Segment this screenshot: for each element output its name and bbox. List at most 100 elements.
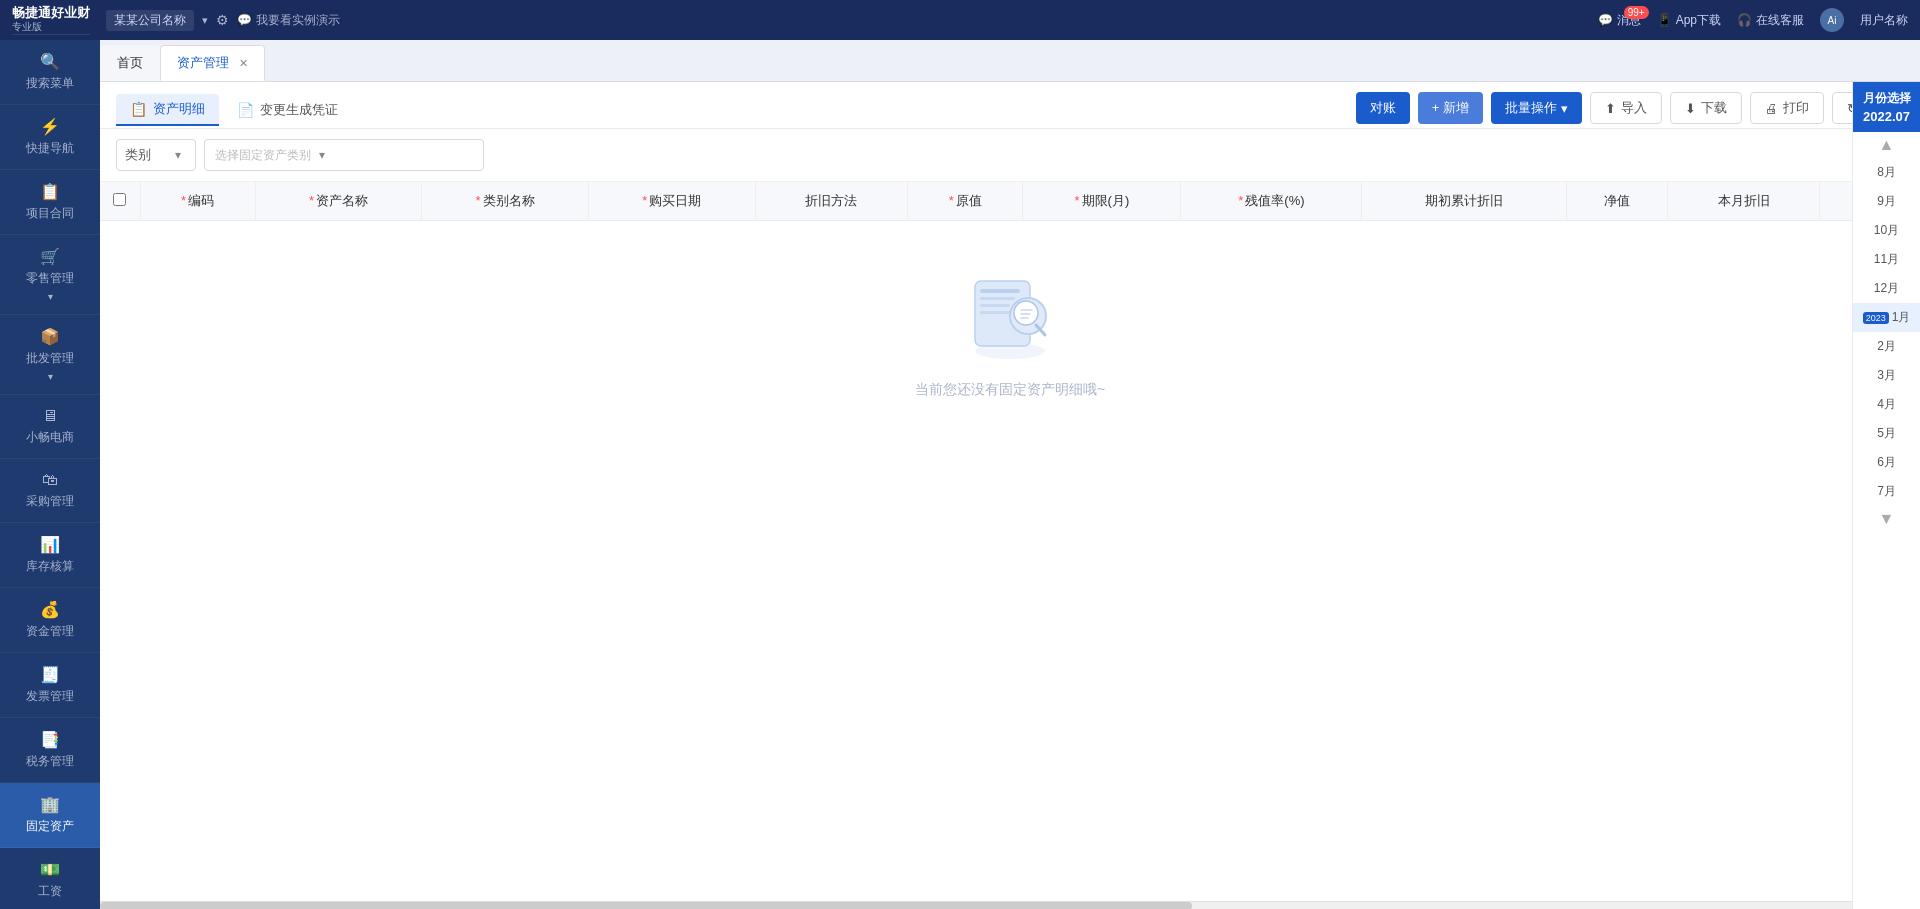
batch-button[interactable]: 批量操作 ▾ [1491,92,1582,124]
sidebar-item-retail[interactable]: 🛒 零售管理 ▾ [0,235,100,315]
month-3[interactable]: 3月 [1853,361,1920,390]
online-service-button[interactable]: 🎧 在线客服 [1737,12,1804,29]
sidebar-item-search[interactable]: 🔍 搜索菜单 [0,40,100,105]
col-accumulated-depreciation: 期初累计折旧 [1362,182,1566,221]
settings-icon[interactable]: ⚙ [216,12,229,28]
month-7[interactable]: 7月 [1853,477,1920,506]
retail-icon: 🛒 [40,247,60,266]
col-code: *编码 [140,182,255,221]
sidebar-item-capital[interactable]: 💰 资金管理 [0,588,100,653]
add-button[interactable]: + 新增 [1418,92,1483,124]
month-8[interactable]: 8月 [1853,158,1920,187]
horizontal-scrollbar[interactable] [100,901,1920,909]
sidebar-item-invoice[interactable]: 🧾 发票管理 [0,653,100,718]
demo-icon: 💬 [237,13,252,27]
table-header-row: *编码 *资产名称 *类别名称 *购买日期 折旧方法 *原值 *期限(月) *残… [100,182,1920,221]
sidebar-item-tax[interactable]: 📑 税务管理 [0,718,100,783]
tab-close-icon[interactable]: ✕ [239,57,248,70]
svg-point-7 [1014,301,1038,325]
year-badge: 2023 [1863,312,1889,324]
demo-link[interactable]: 💬 我要看实例演示 [237,12,340,29]
purchase-icon: 🛍 [42,471,58,489]
empty-state: 当前您还没有固定资产明细哦~ [100,221,1920,439]
invoice-icon: 🧾 [40,665,60,684]
import-button[interactable]: ⬆ 导入 [1590,92,1662,124]
inventory-icon: 📊 [40,535,60,554]
col-purchase-date: *购买日期 [588,182,755,221]
search-icon: 🔍 [40,52,60,71]
col-asset-name: *资产名称 [255,182,422,221]
col-period: *期限(月) [1023,182,1181,221]
headset-icon: 🎧 [1737,13,1752,27]
wholesale-icon: 📦 [40,327,60,346]
top-bar: 畅捷通好业财 专业版 某某公司名称 ▾ ⚙ 💬 我要看实例演示 💬 消息 99+… [0,0,1920,40]
contract-icon: 📋 [40,182,60,201]
print-icon: 🖨 [1765,101,1778,116]
reconcile-button[interactable]: 对账 [1356,92,1410,124]
company-name[interactable]: 某某公司名称 [106,10,194,31]
messages-button[interactable]: 💬 消息 99+ [1598,12,1641,29]
main-layout: 🔍 搜索菜单 ⚡ 快捷导航 📋 项目合同 🛒 零售管理 ▾ 📦 批发管理 ▾ 🖥… [0,40,1920,909]
tab-bar: 首页 资产管理 ✕ [100,40,1920,82]
download-button[interactable]: ⬇ 下载 [1670,92,1742,124]
sidebar-item-fixed-assets[interactable]: 🏢 固定资产 [0,783,100,848]
sidebar-item-contract[interactable]: 📋 项目合同 [0,170,100,235]
message-badge: 99+ [1624,6,1649,19]
month-11[interactable]: 11月 [1853,245,1920,274]
chevron-down-icon: ▾ [48,291,53,302]
user-name[interactable]: 用户名称 [1860,12,1908,29]
filter-toolbar: 类别 ▾ 选择固定资产类别 ▾ [100,129,1920,182]
sub-tab-asset-detail[interactable]: 📋 资产明细 [116,94,219,126]
import-icon: ⬆ [1605,101,1616,116]
sub-tab-change-voucher[interactable]: 📄 变更生成凭证 [223,95,352,125]
voucher-icon: 📄 [237,102,254,118]
chevron-down-icon: ▾ [48,371,53,382]
sidebar-item-ecommerce[interactable]: 🖥 小畅电商 [0,395,100,459]
select-all-checkbox[interactable] [113,193,126,206]
month-panel-header[interactable]: 月份选择 2022.07 [1853,82,1920,132]
tax-icon: 📑 [40,730,60,749]
sidebar-item-quicknav[interactable]: ⚡ 快捷导航 [0,105,100,170]
page-content: 📋 资产明细 📄 变更生成凭证 对账 + 新增 批量操作 ▾ [100,82,1920,909]
asset-table: *编码 *资产名称 *类别名称 *购买日期 折旧方法 *原值 *期限(月) *残… [100,182,1920,901]
select-all-checkbox-col [100,182,140,221]
print-button[interactable]: 🖨 打印 [1750,92,1824,124]
sidebar-item-wholesale[interactable]: 📦 批发管理 ▾ [0,315,100,395]
batch-dropdown-icon: ▾ [1561,101,1568,116]
top-bar-right: 💬 消息 99+ 📱 App下载 🎧 在线客服 Ai 用户名称 [1598,8,1908,32]
month-10[interactable]: 10月 [1853,216,1920,245]
month-2[interactable]: 2月 [1853,332,1920,361]
month-5[interactable]: 5月 [1853,419,1920,448]
svg-rect-3 [980,297,1015,300]
app-download-button[interactable]: 📱 App下载 [1657,12,1721,29]
category-input[interactable]: 选择固定资产类别 ▾ [204,139,484,171]
empty-message: 当前您还没有固定资产明细哦~ [915,381,1105,399]
month-6[interactable]: 6月 [1853,448,1920,477]
empty-state-row: 当前您还没有固定资产明细哦~ [100,221,1920,440]
company-dropdown-icon[interactable]: ▾ [202,14,208,27]
category-filter[interactable]: 类别 ▾ [116,139,196,171]
month-up-icon[interactable]: ▲ [1853,132,1920,158]
empty-illustration [950,261,1070,361]
month-down-icon[interactable]: ▼ [1853,506,1920,532]
scroll-thumb[interactable] [100,902,1192,909]
avatar-initial: Ai [1828,15,1837,26]
fixed-assets-icon: 🏢 [40,795,60,814]
col-original-value: *原值 [908,182,1023,221]
tab-home[interactable]: 首页 [100,45,160,81]
month-9[interactable]: 9月 [1853,187,1920,216]
month-4[interactable]: 4月 [1853,390,1920,419]
month-1-current[interactable]: 2023 1月 [1853,303,1920,332]
sidebar-item-salary[interactable]: 💵 工资 [0,848,100,909]
month-12[interactable]: 12月 [1853,274,1920,303]
col-monthly-depreciation: 本月折旧 [1667,182,1820,221]
phone-icon: 📱 [1657,13,1672,27]
sidebar-item-purchase[interactable]: 🛍 采购管理 [0,459,100,523]
sidebar-item-inventory[interactable]: 📊 库存核算 [0,523,100,588]
download-icon: ⬇ [1685,101,1696,116]
avatar[interactable]: Ai [1820,8,1844,32]
filter-arrow-icon: ▾ [175,148,181,162]
tab-asset-management[interactable]: 资产管理 ✕ [160,45,265,81]
svg-rect-4 [980,304,1010,307]
capital-icon: 💰 [40,600,60,619]
